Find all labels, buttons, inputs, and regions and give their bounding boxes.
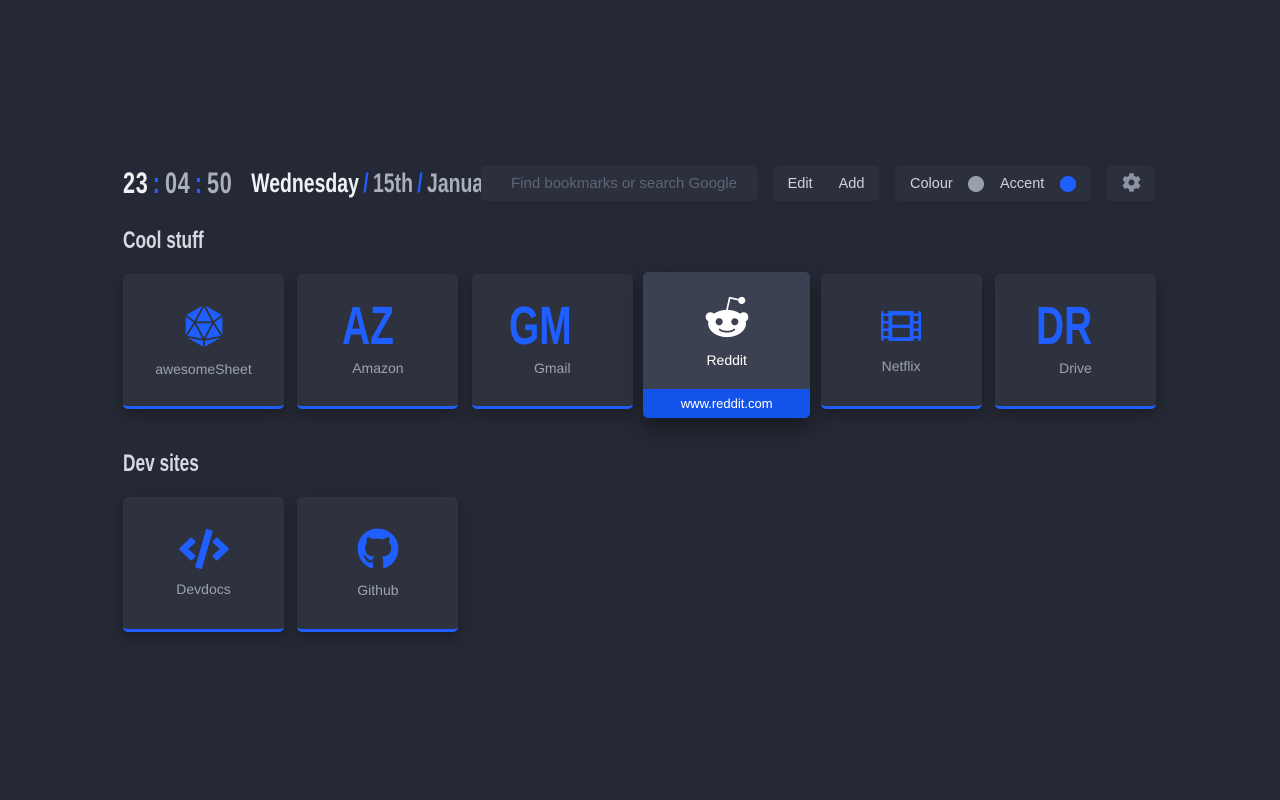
bookmark-card[interactable]: Devdocs [123, 497, 284, 632]
bookmark-abbr-icon: DR [1036, 296, 1093, 356]
date-weekday: Wednesday [251, 168, 359, 198]
bookmark-card[interactable]: GM Gmail [471, 274, 633, 409]
bookmark-card-body: DR Drive [995, 274, 1156, 406]
colour-swatch[interactable] [968, 175, 985, 192]
bookmark-card-body: Github [297, 497, 458, 629]
bookmark-label: Github [357, 582, 399, 598]
date-separator: / [363, 168, 369, 198]
gear-icon [1122, 172, 1141, 195]
clock-separator: : [152, 166, 161, 200]
clock: 23:04:50 [123, 167, 233, 201]
bookmark-abbr-icon: GM [508, 296, 572, 356]
bookmark-label: awesomeSheet [155, 361, 252, 377]
bookmark-card[interactable]: DR Drive [994, 274, 1156, 409]
bookmark-card-body: Netflix [821, 274, 982, 406]
section-title: Cool stuff [123, 227, 204, 254]
date-separator: / [417, 168, 423, 198]
date-day: 15th [372, 168, 413, 198]
bookmark-label: Netflix [881, 358, 921, 374]
bookmark-label: Reddit [706, 351, 747, 368]
bookmark-card-body: Reddit [643, 272, 810, 389]
bookmark-label: Gmail [534, 360, 571, 376]
edit-add-group: Edit Add [773, 166, 879, 201]
bookmark-section: Cool stuff awesomeSheet AZ Amazon GM Gmail Red… [123, 229, 1163, 418]
bookmark-label: Drive [1059, 360, 1092, 376]
bookmark-card-body: Devdocs [123, 497, 284, 629]
bookmark-card-body: GM Gmail [472, 274, 633, 406]
film-icon [881, 306, 922, 346]
bookmark-abbr-icon: AZ [341, 296, 394, 356]
bookmark-card-body: awesomeSheet [123, 274, 284, 406]
search-input[interactable] [481, 166, 758, 201]
github-icon [357, 528, 399, 570]
bookmark-sections: Cool stuff awesomeSheet AZ Amazon GM Gmail Red… [123, 229, 1163, 632]
code-icon [178, 529, 229, 569]
bookmark-card[interactable]: AZ Amazon [297, 274, 459, 409]
bookmark-card[interactable]: awesomeSheet [123, 274, 284, 409]
reddit-icon [704, 294, 750, 340]
edit-button[interactable]: Edit [775, 176, 826, 192]
d20-dice-icon [181, 303, 227, 349]
accent-toggle-label: Accent [1000, 175, 1045, 192]
theme-toggles: Colour Accent [895, 166, 1091, 201]
bookmark-label: Amazon [352, 360, 404, 376]
bookmark-card[interactable]: Github [297, 497, 459, 632]
date: Wednesday/15th / January [251, 168, 501, 199]
clock-seconds: 50 [207, 166, 233, 200]
bookmark-section: Dev sites Devdocs Github [123, 452, 1163, 632]
bookmark-row: Devdocs Github [123, 497, 1163, 632]
colour-toggle-label: Colour [910, 175, 953, 192]
clock-separator: : [194, 166, 203, 200]
top-bar: 23:04:50 Wednesday/15th/January Edit Add… [0, 166, 1280, 201]
bookmark-row: awesomeSheet AZ Amazon GM Gmail Reddit www.red… [123, 272, 1163, 418]
settings-button[interactable] [1107, 166, 1155, 201]
accent-swatch[interactable] [1059, 175, 1076, 192]
bookmark-card-body: AZ Amazon [297, 274, 458, 406]
bookmark-url-tooltip: www.reddit.com [643, 389, 811, 418]
bookmark-card[interactable]: Reddit www.reddit.com [643, 272, 811, 418]
section-title: Dev sites [123, 450, 199, 477]
clock-minutes: 04 [165, 166, 191, 200]
bookmark-label: Devdocs [176, 581, 231, 597]
bookmark-card[interactable]: Netflix [820, 274, 982, 409]
add-button[interactable]: Add [826, 176, 878, 192]
clock-hours: 23 [123, 166, 149, 200]
